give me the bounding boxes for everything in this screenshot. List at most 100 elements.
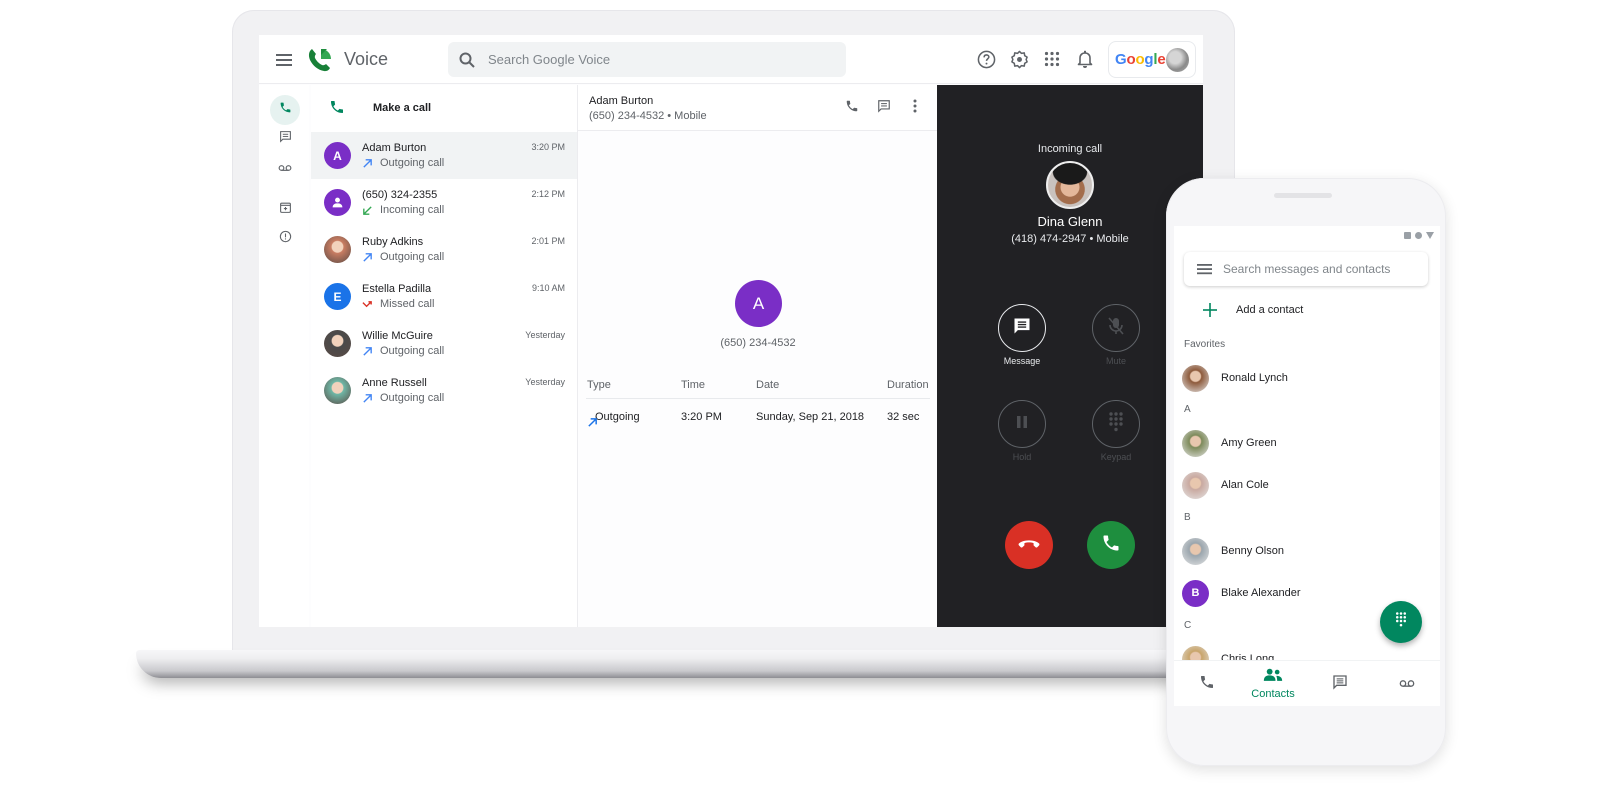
- call-list-item[interactable]: Anne Russell Outgoing call Yesterday: [311, 367, 577, 414]
- keypad-label: Keypad: [1100, 452, 1132, 462]
- account-switcher[interactable]: Google: [1108, 41, 1196, 78]
- phone-speaker: [1274, 193, 1332, 198]
- detail-header: Adam Burton (650) 234-4532 • Mobile: [578, 85, 938, 131]
- avatar: [324, 236, 351, 263]
- outgoing-call-icon: [362, 158, 373, 169]
- phone-icon: [1101, 533, 1121, 558]
- hamburger-menu-icon[interactable]: [1197, 261, 1213, 277]
- contacts-icon: [1263, 668, 1283, 687]
- avatar: [1182, 364, 1209, 392]
- apps-grid-icon[interactable]: [1042, 49, 1062, 69]
- avatar: A: [324, 142, 351, 169]
- rail-item-spam[interactable]: [270, 224, 300, 254]
- column-header-type: Type: [587, 379, 611, 391]
- help-icon[interactable]: [976, 49, 996, 69]
- call-list-item[interactable]: Willie McGuire Outgoing call Yesterday: [311, 320, 577, 367]
- column-header-time: Time: [681, 379, 706, 391]
- dialpad-icon: [1395, 611, 1407, 633]
- call-timestamp: 9:10 AM: [531, 283, 565, 293]
- contact-list-item[interactable]: Alan Cole: [1182, 470, 1269, 500]
- nav-tab-calls[interactable]: [1174, 661, 1240, 706]
- contact-avatar: A: [735, 280, 782, 327]
- caller-name: Adam Burton: [362, 142, 427, 154]
- rail-item-archive[interactable]: [270, 195, 300, 225]
- call-list-item[interactable]: Ruby Adkins Outgoing call 2:01 PM: [311, 226, 577, 273]
- contact-name: Blake Alexander: [1221, 587, 1301, 599]
- avatar: [324, 189, 351, 216]
- mobile-search-bar[interactable]: [1184, 252, 1428, 286]
- rail-item-voicemail[interactable]: [270, 153, 300, 183]
- person-icon: [332, 197, 343, 208]
- nav-tab-contacts-label: Contacts: [1251, 688, 1295, 700]
- more-vert-icon: [913, 99, 917, 118]
- voicemail-icon: [278, 159, 292, 177]
- contact-list-item[interactable]: B Blake Alexander: [1182, 578, 1301, 608]
- call-type-label: Outgoing call: [380, 345, 445, 357]
- rail-item-messages[interactable]: [270, 124, 300, 154]
- pause-icon: [1015, 415, 1029, 434]
- dialpad-fab[interactable]: [1380, 601, 1422, 643]
- outgoing-call-icon: [362, 252, 373, 263]
- call-type-label: Missed call: [380, 298, 435, 310]
- call-list-item[interactable]: E Estella Padilla Missed call 9:10 AM: [311, 273, 577, 320]
- message-icon: [279, 130, 292, 148]
- section-header: B: [1184, 512, 1191, 523]
- call-date: Sunday, Sep 21, 2018: [756, 411, 865, 423]
- call-button[interactable]: [843, 99, 861, 117]
- caller-number: (418) 474-2947 • Mobile: [1011, 233, 1129, 245]
- contact-list-item[interactable]: Ronald Lynch: [1182, 363, 1288, 393]
- call-type: Outgoing: [595, 411, 640, 423]
- caller-avatar: [1046, 161, 1094, 209]
- call-timestamp: 2:01 PM: [531, 236, 565, 246]
- contact-name: Alan Cole: [1221, 479, 1269, 491]
- search-input[interactable]: [488, 52, 818, 67]
- decline-call-button[interactable]: [1005, 521, 1053, 569]
- hold-label: Hold: [1012, 452, 1032, 462]
- contact-list-item[interactable]: Benny Olson: [1182, 536, 1284, 566]
- plus-icon: [1202, 302, 1218, 318]
- phone-icon: [1199, 674, 1215, 695]
- gear-icon[interactable]: [1009, 49, 1029, 69]
- mute-button[interactable]: [1092, 304, 1140, 352]
- avatar: [1182, 537, 1209, 565]
- call-timestamp: Yesterday: [525, 377, 565, 387]
- voice-web-app: Voice Google: [259, 35, 1203, 627]
- dialpad-icon: [1108, 411, 1124, 438]
- nav-tab-contacts[interactable]: Contacts: [1240, 661, 1306, 706]
- message-button[interactable]: [998, 304, 1046, 352]
- bell-icon[interactable]: [1075, 49, 1095, 69]
- add-contact-button[interactable]: Add a contact: [1184, 302, 1303, 318]
- call-list-item[interactable]: (650) 324-2355 Incoming call 2:12 PM: [311, 179, 577, 226]
- make-call-button[interactable]: Make a call: [311, 85, 577, 131]
- incoming-call-icon: [362, 205, 373, 216]
- phone-icon: [329, 99, 347, 117]
- hamburger-menu-icon[interactable]: [273, 49, 295, 71]
- phone-icon: [845, 99, 859, 118]
- nav-tab-messages[interactable]: [1307, 661, 1373, 706]
- more-options-button[interactable]: [906, 99, 924, 117]
- hold-button[interactable]: [998, 400, 1046, 448]
- incoming-call-panel: Incoming call Dina Glenn (418) 474-2947 …: [937, 85, 1203, 627]
- call-list-item[interactable]: A Adam Burton Outgoing call 3:20 PM: [311, 132, 577, 179]
- call-detail-pane: Adam Burton (650) 234-4532 • Mobile A (6…: [577, 85, 938, 627]
- call-duration: 32 sec: [887, 411, 920, 423]
- message-icon: [877, 99, 891, 118]
- answer-call-button[interactable]: [1087, 521, 1135, 569]
- account-avatar[interactable]: [1165, 47, 1189, 72]
- avatar: [324, 330, 351, 357]
- mobile-search-input[interactable]: [1223, 262, 1423, 276]
- outgoing-call-icon: [362, 393, 373, 404]
- add-contact-label: Add a contact: [1236, 304, 1304, 316]
- search-bar[interactable]: [448, 42, 846, 77]
- rail-item-calls[interactable]: [270, 95, 300, 125]
- contact-list-item[interactable]: Amy Green: [1182, 428, 1277, 458]
- message-icon: [1012, 316, 1032, 341]
- call-timestamp: 3:20 PM: [531, 142, 565, 152]
- send-message-button[interactable]: [875, 99, 893, 117]
- call-type-label: Outgoing call: [380, 251, 445, 263]
- nav-tab-voicemail[interactable]: [1374, 661, 1440, 706]
- contact-name: Benny Olson: [1221, 545, 1284, 557]
- call-type-label: Outgoing call: [380, 157, 445, 169]
- keypad-button[interactable]: [1092, 400, 1140, 448]
- battery-icon: [1404, 232, 1411, 239]
